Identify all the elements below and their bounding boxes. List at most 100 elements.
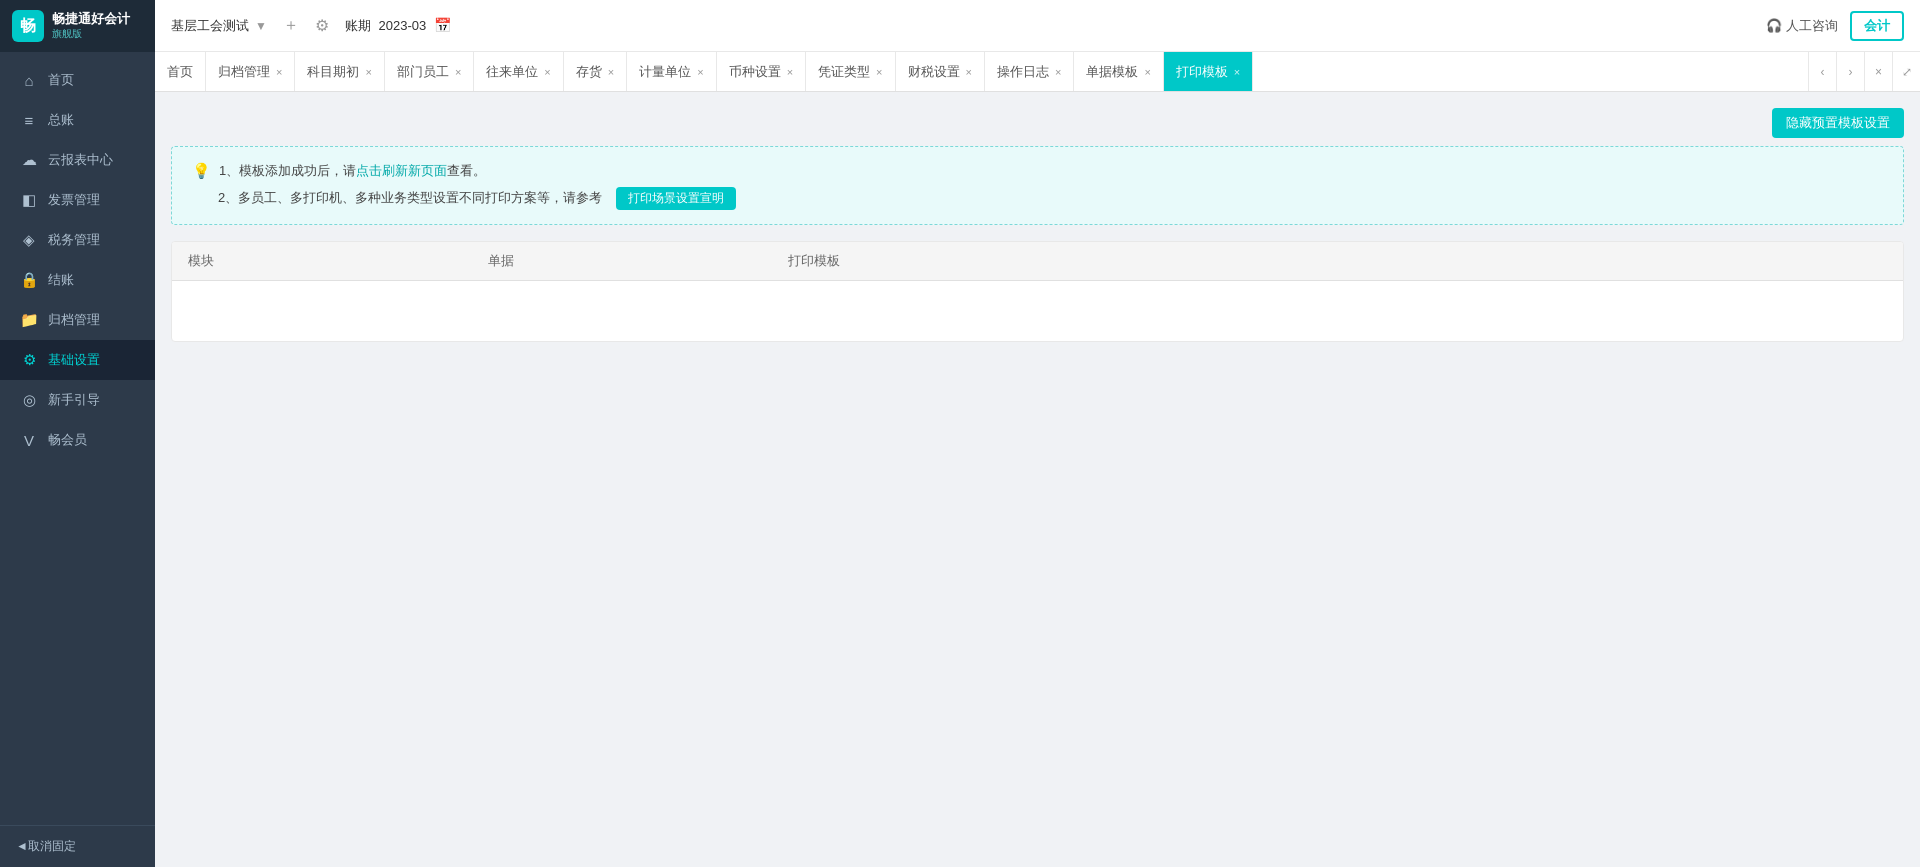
tab-next-button[interactable]: › xyxy=(1836,52,1864,92)
bulb-icon: 💡 xyxy=(192,162,211,180)
tabbar: 首页 归档管理 × 科目期初 × 部门员工 × 往来单位 × 存货 × 计量单位… xyxy=(155,52,1920,92)
sidebar-item-label: 基础设置 xyxy=(48,351,100,369)
service-button[interactable]: 🎧 人工咨询 xyxy=(1766,17,1838,35)
guide-icon: ◎ xyxy=(20,391,38,409)
settings-icon: ⚙ xyxy=(20,351,38,369)
tab-close-icon[interactable]: × xyxy=(1234,66,1240,78)
sidebar-item-label: 税务管理 xyxy=(48,231,100,249)
sidebar-item-ledger[interactable]: ≡ 总账 xyxy=(0,100,155,140)
period-value: 2023-03 xyxy=(379,18,427,33)
sidebar-item-guide[interactable]: ◎ 新手引导 xyxy=(0,380,155,420)
logo-area: 畅 畅捷通好会计 旗舰版 xyxy=(0,0,155,52)
tab-inventory[interactable]: 存货 × xyxy=(564,52,627,91)
tab-label: 计量单位 xyxy=(639,63,691,81)
logo-subtitle: 旗舰版 xyxy=(52,27,130,41)
tab-operation-log[interactable]: 操作日志 × xyxy=(985,52,1074,91)
tab-close-icon[interactable]: × xyxy=(544,66,550,78)
refresh-link[interactable]: 点击刷新新页面 xyxy=(356,163,447,178)
account-button[interactable]: 会计 xyxy=(1850,11,1904,41)
tab-doc-template[interactable]: 单据模板 × xyxy=(1074,52,1163,91)
tab-label: 归档管理 xyxy=(218,63,270,81)
lock-icon: 🔒 xyxy=(20,271,38,289)
ledger-icon: ≡ xyxy=(20,111,38,129)
sidebar-item-label: 发票管理 xyxy=(48,191,100,209)
sidebar-item-invoice[interactable]: ◧ 发票管理 xyxy=(0,180,155,220)
tab-voucher-type[interactable]: 凭证类型 × xyxy=(806,52,895,91)
tab-print-template[interactable]: 打印模板 × xyxy=(1164,52,1253,91)
service-label: 人工咨询 xyxy=(1786,17,1838,35)
sidebar-item-member[interactable]: V 畅会员 xyxy=(0,420,155,460)
tab-subject-init[interactable]: 科目期初 × xyxy=(295,52,384,91)
data-table: 模块 单据 打印模板 xyxy=(171,241,1904,342)
notice-line-1: 💡 1、模板添加成功后，请点击刷新新页面查看。 xyxy=(192,161,1883,181)
table-header: 模块 单据 打印模板 xyxy=(172,242,1903,281)
sidebar-item-label: 首页 xyxy=(48,71,74,89)
tab-close-icon[interactable]: × xyxy=(876,66,882,78)
tab-unit[interactable]: 计量单位 × xyxy=(627,52,716,91)
tab-counterparty[interactable]: 往来单位 × xyxy=(474,52,563,91)
sidebar-nav: ⌂ 首页 ≡ 总账 ☁ 云报表中心 ◧ 发票管理 ◈ 税务管理 🔒 结账 📁 归… xyxy=(0,52,155,825)
company-label: 基层工会测试 xyxy=(171,17,249,35)
notice-text-2: 2、多员工、多打印机、多种业务类型设置不同打印方案等，请参考 xyxy=(218,188,602,208)
tab-close-icon[interactable]: × xyxy=(697,66,703,78)
member-icon: V xyxy=(20,431,38,449)
cloud-icon: ☁ xyxy=(20,151,38,169)
content-area: 隐藏预置模板设置 💡 1、模板添加成功后，请点击刷新新页面查看。 2、多员工、多… xyxy=(155,92,1920,867)
period-info: 账期 2023-03 📅 xyxy=(345,17,451,35)
sidebar-item-label: 总账 xyxy=(48,111,74,129)
invoice-icon: ◧ xyxy=(20,191,38,209)
tab-close-icon[interactable]: × xyxy=(1144,66,1150,78)
main-area: 基层工会测试 ▼ ＋ ⚙ 账期 2023-03 📅 🎧 人工咨询 会计 首页 归… xyxy=(155,0,1920,867)
tab-close-icon[interactable]: × xyxy=(608,66,614,78)
dropdown-icon[interactable]: ▼ xyxy=(255,19,267,33)
sidebar-item-label: 归档管理 xyxy=(48,311,100,329)
col-module-header: 模块 xyxy=(172,242,472,280)
tab-label: 部门员工 xyxy=(397,63,449,81)
calendar-icon[interactable]: 📅 xyxy=(434,17,451,33)
tab-archive[interactable]: 归档管理 × xyxy=(206,52,295,91)
tab-close-icon[interactable]: × xyxy=(455,66,461,78)
tab-nav-buttons: ‹ › × ⤢ xyxy=(1808,52,1920,92)
tab-close-icon[interactable]: × xyxy=(1055,66,1061,78)
topbar-actions: ＋ ⚙ xyxy=(279,13,333,38)
col-template-header: 打印模板 xyxy=(772,242,1903,280)
gear-icon[interactable]: ⚙ xyxy=(311,14,333,37)
tab-currency[interactable]: 币种设置 × xyxy=(717,52,806,91)
tab-label: 币种设置 xyxy=(729,63,781,81)
tab-label: 单据模板 xyxy=(1086,63,1138,81)
period-label: 账期 xyxy=(345,18,371,33)
sidebar-item-label: 畅会员 xyxy=(48,431,87,449)
tab-close-icon[interactable]: × xyxy=(276,66,282,78)
print-scene-button[interactable]: 打印场景设置宣明 xyxy=(616,187,736,210)
tab-label: 凭证类型 xyxy=(818,63,870,81)
tab-close-icon[interactable]: × xyxy=(365,66,371,78)
tab-tax-settings[interactable]: 财税设置 × xyxy=(896,52,985,91)
sidebar-item-basic[interactable]: ⚙ 基础设置 xyxy=(0,340,155,380)
sidebar-item-home[interactable]: ⌂ 首页 xyxy=(0,60,155,100)
tab-close-all-button[interactable]: × xyxy=(1864,52,1892,92)
tab-label: 操作日志 xyxy=(997,63,1049,81)
table-body xyxy=(172,281,1903,341)
tab-expand-button[interactable]: ⤢ xyxy=(1892,52,1920,92)
archive-icon: 📁 xyxy=(20,311,38,329)
sidebar-item-tax[interactable]: ◈ 税务管理 xyxy=(0,220,155,260)
home-icon: ⌂ xyxy=(20,71,38,89)
sidebar-item-label: 云报表中心 xyxy=(48,151,113,169)
tab-close-icon[interactable]: × xyxy=(966,66,972,78)
tab-home[interactable]: 首页 xyxy=(155,52,206,91)
unpin-button[interactable]: ◄取消固定 xyxy=(0,825,155,867)
sidebar-item-close[interactable]: 🔒 结账 xyxy=(0,260,155,300)
tab-home-label: 首页 xyxy=(167,63,193,81)
add-icon[interactable]: ＋ xyxy=(279,13,303,38)
company-name[interactable]: 基层工会测试 ▼ xyxy=(171,17,267,35)
tab-label: 存货 xyxy=(576,63,602,81)
hide-template-button[interactable]: 隐藏预置模板设置 xyxy=(1772,108,1904,138)
tax-icon: ◈ xyxy=(20,231,38,249)
tab-label: 打印模板 xyxy=(1176,63,1228,81)
tab-dept-staff[interactable]: 部门员工 × xyxy=(385,52,474,91)
sidebar-item-reports[interactable]: ☁ 云报表中心 xyxy=(0,140,155,180)
sidebar-item-archive[interactable]: 📁 归档管理 xyxy=(0,300,155,340)
tab-close-icon[interactable]: × xyxy=(787,66,793,78)
sidebar-item-label: 结账 xyxy=(48,271,74,289)
tab-prev-button[interactable]: ‹ xyxy=(1808,52,1836,92)
